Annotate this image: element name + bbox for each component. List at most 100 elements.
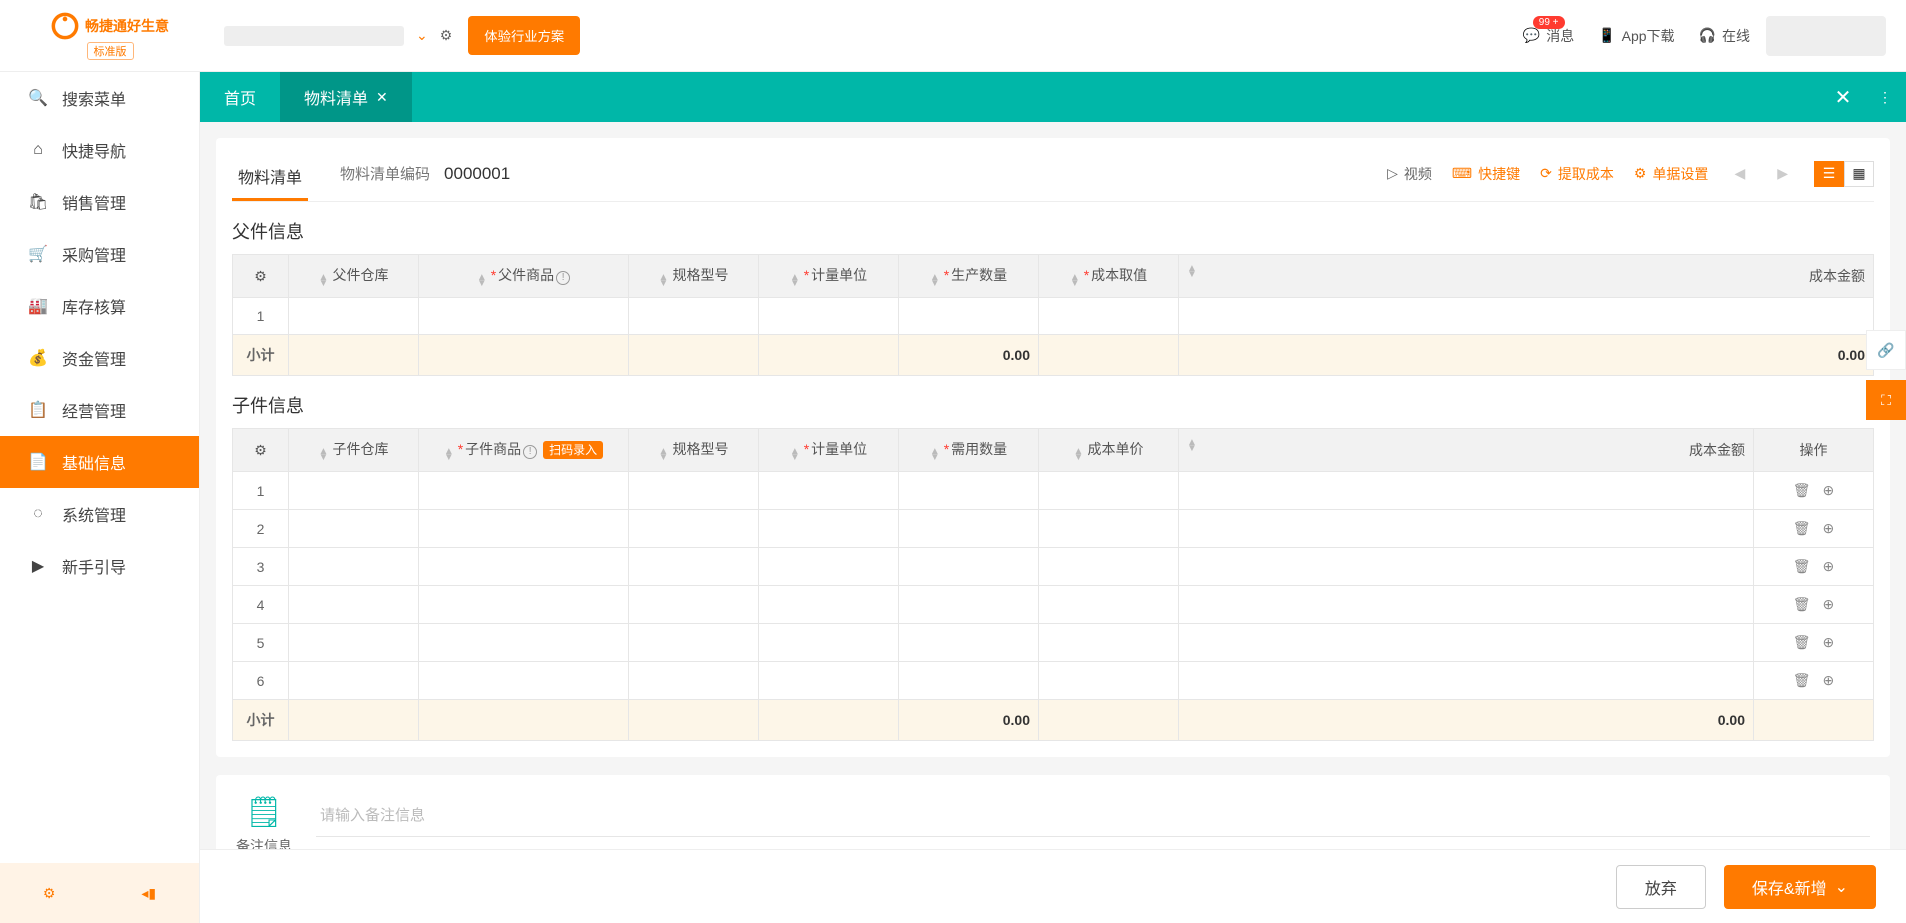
close-icon[interactable]: ✕ [376, 89, 388, 106]
delete-icon[interactable]: 🗑 [1793, 596, 1811, 612]
sidebar-item-label: 系统管理 [62, 502, 126, 526]
settings-column[interactable]: ⚙ [233, 255, 289, 298]
messages-link[interactable]: 💬 消息 99 + [1523, 26, 1574, 46]
child-subtotal-qty: 0.00 [899, 700, 1039, 741]
tool-doc-setting[interactable]: ⚙单据设置 [1634, 164, 1709, 184]
col-parent-spec[interactable]: ▲▼规格型号 [629, 255, 759, 298]
col-child-product[interactable]: ▲▼*子件商品!扫码录入 [419, 429, 629, 472]
settings-icon[interactable]: ⚙ [43, 885, 56, 902]
parent-subtotal-cost: 0.00 [1179, 335, 1874, 376]
scan-button[interactable]: 扫码录入 [543, 441, 603, 459]
hint-icon[interactable]: ! [523, 445, 537, 459]
col-child-cost-amount[interactable]: ▲▼成本金额 [1179, 429, 1754, 472]
view-list-icon[interactable]: ☰ [1814, 161, 1844, 187]
sidebar-item-search[interactable]: 🔍搜索菜单 [0, 72, 199, 124]
child-subtotal-row: 小计 0.00 0.00 [233, 700, 1874, 741]
col-parent-cost-method[interactable]: ▲▼*成本取值 [1039, 255, 1179, 298]
view-card-icon[interactable]: ▦ [1844, 161, 1874, 187]
prev-icon[interactable]: ◀ [1728, 165, 1751, 182]
expand-icon[interactable]: ⛶ [1866, 380, 1906, 420]
add-icon[interactable]: ⊕ [1823, 634, 1835, 650]
workspace-tabs: 首页 物料清单 ✕ ✕ ⋮ [200, 72, 1906, 122]
tab-menu-icon[interactable]: ⋮ [1864, 89, 1906, 106]
cart-icon: 🛍 [28, 192, 48, 212]
child-row[interactable]: 1🗑⊕ [233, 472, 1874, 510]
col-parent-cost-amount[interactable]: ▲▼成本金额 [1179, 255, 1874, 298]
add-icon[interactable]: ⊕ [1823, 596, 1835, 612]
hint-icon[interactable]: ! [556, 271, 570, 285]
sidebar-item-label: 销售管理 [62, 190, 126, 214]
tool-extract-cost[interactable]: ⟳提取成本 [1540, 164, 1614, 184]
child-subtotal-cost: 0.00 [1179, 700, 1754, 741]
experience-button[interactable]: 体验行业方案 [468, 16, 580, 55]
chevron-down-icon: ⌄ [1835, 877, 1848, 897]
settings-column[interactable]: ⚙ [233, 429, 289, 472]
parent-row[interactable]: 1 [233, 298, 1874, 335]
delete-icon[interactable]: 🗑 [1793, 520, 1811, 536]
row-index: 4 [233, 586, 289, 624]
tab-home[interactable]: 首页 [200, 72, 280, 122]
app-header: 畅捷通好生意 标准版 ⌄ ⚙ 体验行业方案 💬 消息 99 + 📱 App下载 … [0, 0, 1906, 72]
home-icon: ⌂ [28, 140, 48, 160]
delete-icon[interactable]: 🗑 [1793, 672, 1811, 688]
sidebar-item-funds[interactable]: 💰资金管理 [0, 332, 199, 384]
col-parent-product[interactable]: ▲▼*父件商品! [419, 255, 629, 298]
online-support-link[interactable]: 🎧 在线 [1699, 26, 1750, 46]
add-icon[interactable]: ⊕ [1823, 672, 1835, 688]
sidebar-item-business[interactable]: 📋经营管理 [0, 384, 199, 436]
delete-icon[interactable]: 🗑 [1793, 634, 1811, 650]
child-row[interactable]: 4 🗑 ⊕ [233, 586, 1874, 624]
next-icon[interactable]: ▶ [1771, 165, 1794, 182]
add-icon[interactable]: ⊕ [1823, 558, 1835, 574]
sub-tab-bom[interactable]: 物料清单 [232, 154, 308, 201]
sidebar-item-label: 经营管理 [62, 398, 126, 422]
keyboard-icon: ⌨ [1452, 165, 1472, 182]
sort-icon: ▲▼ [659, 275, 669, 287]
sidebar-item-quicknav[interactable]: ⌂快捷导航 [0, 124, 199, 176]
col-child-warehouse[interactable]: ▲▼子件仓库 [289, 429, 419, 472]
user-avatar[interactable] [1766, 16, 1886, 56]
sidebar-item-basic-info[interactable]: 📄基础信息 [0, 436, 199, 488]
col-child-qty[interactable]: ▲▼*需用数量 [899, 429, 1039, 472]
add-icon[interactable]: ⊕ [1823, 482, 1835, 498]
child-row[interactable]: 3🗑⊕ [233, 548, 1874, 586]
child-row[interactable]: 2🗑⊕ [233, 510, 1874, 548]
parent-section-title: 父件信息 [232, 218, 1874, 244]
company-selector[interactable]: ⌄ ⚙ [224, 26, 452, 46]
col-parent-qty[interactable]: ▲▼*生产数量 [899, 255, 1039, 298]
col-parent-unit[interactable]: ▲▼*计量单位 [759, 255, 899, 298]
remark-input[interactable] [316, 795, 1870, 837]
chat-icon: 💬 [1523, 27, 1540, 44]
tool-shortcut[interactable]: ⌨快捷键 [1452, 164, 1520, 184]
collapse-icon[interactable]: ◂▮ [141, 885, 156, 902]
tab-bom[interactable]: 物料清单 ✕ [280, 72, 412, 122]
app-download-link[interactable]: 📱 App下载 [1598, 26, 1674, 46]
messages-badge: 99 + [1533, 16, 1565, 29]
child-row[interactable]: 5🗑⊕ [233, 624, 1874, 662]
sidebar-item-label: 采购管理 [62, 242, 126, 266]
col-child-unit[interactable]: ▲▼*计量单位 [759, 429, 899, 472]
form-icon: 📄 [28, 452, 48, 472]
close-all-icon[interactable]: ✕ [1822, 85, 1864, 110]
col-parent-warehouse[interactable]: ▲▼父件仓库 [289, 255, 419, 298]
col-child-unit-cost[interactable]: ▲▼成本单价 [1039, 429, 1179, 472]
child-row[interactable]: 6🗑⊕ [233, 662, 1874, 700]
gear-icon[interactable]: ⚙ [440, 27, 453, 44]
sort-icon: ▲▼ [1070, 275, 1080, 287]
sidebar-item-sales[interactable]: 🛍 销售管理 [0, 176, 199, 228]
parent-table: ⚙ ▲▼父件仓库 ▲▼*父件商品! ▲▼规格型号 ▲▼*计量单位 ▲▼*生产数量… [232, 254, 1874, 376]
col-child-spec[interactable]: ▲▼规格型号 [629, 429, 759, 472]
sidebar-item-system[interactable]: ◌系统管理 [0, 488, 199, 540]
discard-button[interactable]: 放弃 [1616, 865, 1706, 909]
save-new-button[interactable]: 保存&新增 ⌄ [1724, 865, 1876, 909]
sort-icon: ▲▼ [1074, 449, 1084, 461]
delete-icon[interactable]: 🗑 [1793, 558, 1811, 574]
sidebar-item-purchase[interactable]: 🛒采购管理 [0, 228, 199, 280]
sidebar-item-guide[interactable]: ▶新手引导 [0, 540, 199, 592]
tool-video[interactable]: ▷视频 [1387, 164, 1432, 184]
sidebar-item-inventory[interactable]: 🏭库存核算 [0, 280, 199, 332]
delete-icon[interactable]: 🗑 [1793, 482, 1811, 498]
attachment-icon[interactable]: 🔗 [1866, 330, 1906, 370]
sidebar-item-label: 搜索菜单 [62, 86, 126, 110]
add-icon[interactable]: ⊕ [1823, 520, 1835, 536]
